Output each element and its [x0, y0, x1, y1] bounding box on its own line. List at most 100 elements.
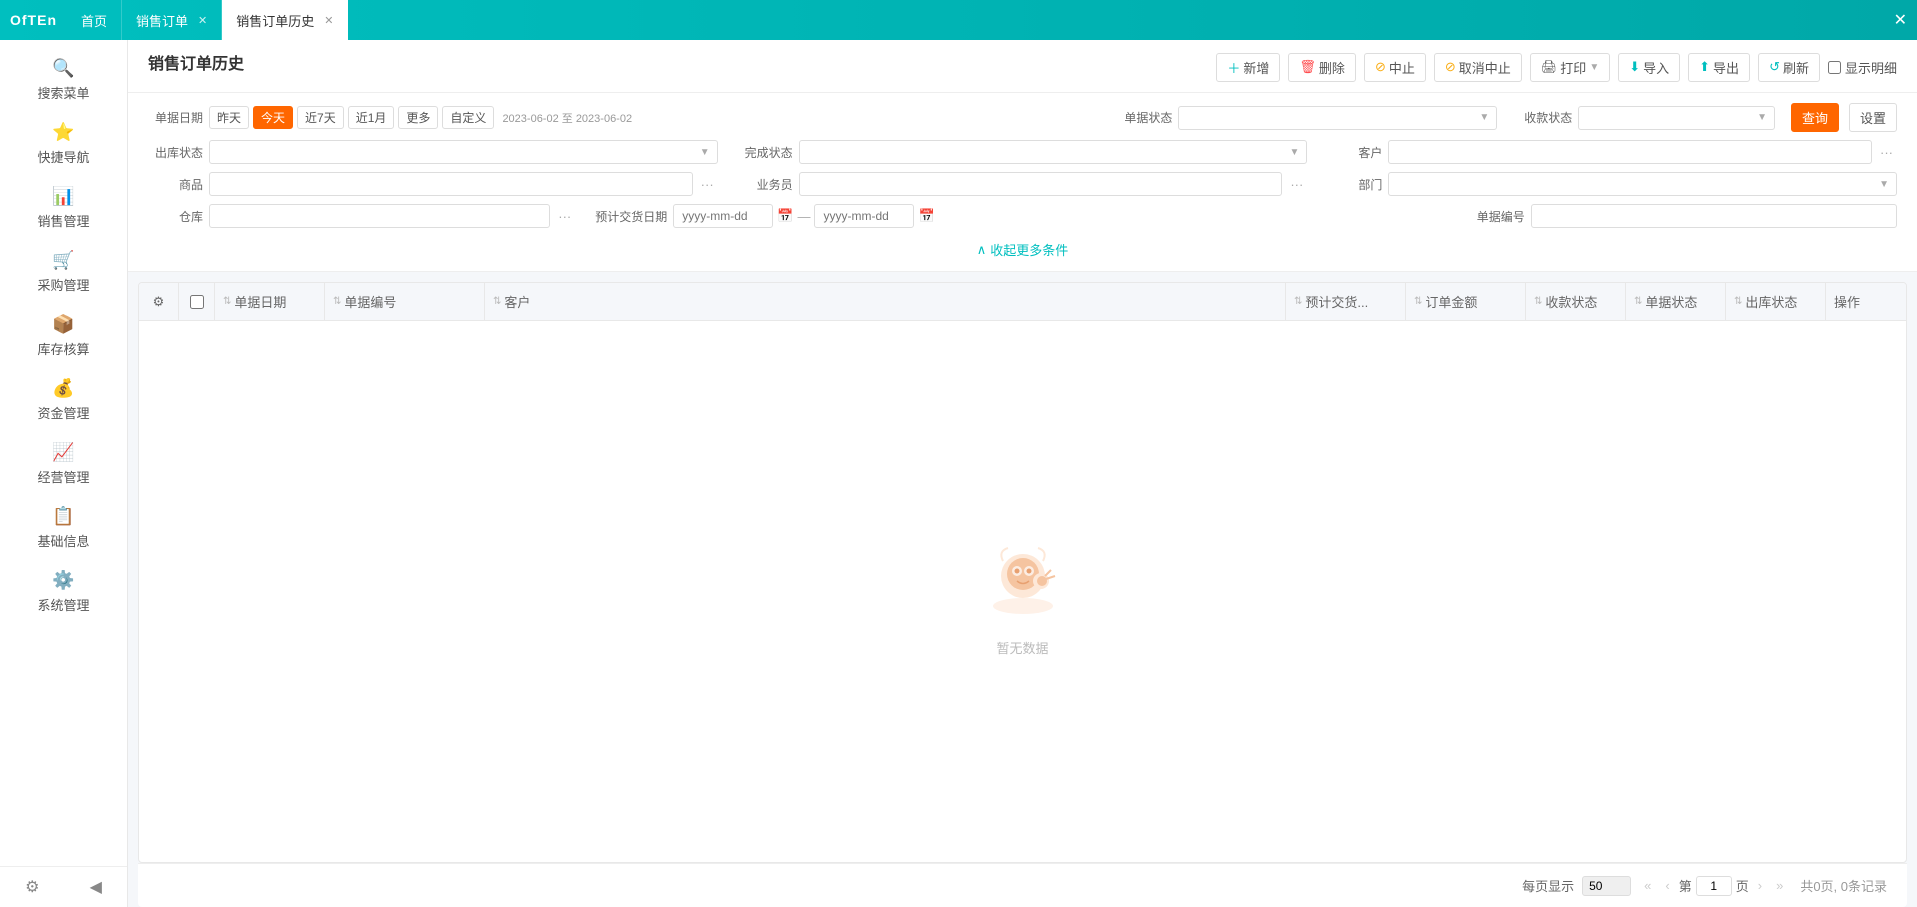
goods-input[interactable]: [209, 172, 693, 196]
calendar-icon-start[interactable]: 📅: [777, 208, 793, 224]
table-docstatus-col[interactable]: ⇅ 单据状态: [1626, 283, 1726, 320]
date-btn-7days[interactable]: 近7天: [297, 106, 344, 129]
refresh-button[interactable]: ↺ 刷新: [1758, 53, 1820, 82]
prev-page-button[interactable]: ‹: [1660, 876, 1674, 895]
sidebar-settings-icon[interactable]: ⚙: [25, 877, 39, 897]
tab-sales-order-history-close[interactable]: ✕: [324, 14, 333, 27]
table-outstatus-col[interactable]: ⇅ 出库状态: [1726, 283, 1826, 320]
sidebar-item-finance[interactable]: 💰 资金管理: [0, 368, 127, 432]
settings-label: 设置: [1860, 108, 1886, 127]
doc-date-col-label: 单据日期: [234, 292, 286, 311]
calendar-icon-end[interactable]: 📅: [918, 208, 934, 224]
table-amount-col[interactable]: ⇅ 订单金额: [1406, 283, 1526, 320]
sidebar-item-inventory[interactable]: 📦 库存核算: [0, 304, 127, 368]
query-button[interactable]: 查询: [1791, 103, 1839, 132]
department-select[interactable]: [1388, 172, 1897, 196]
out-status-select[interactable]: [209, 140, 718, 164]
query-label: 查询: [1802, 108, 1828, 127]
sidebar-item-system[interactable]: ⚙️ 系统管理: [0, 560, 127, 624]
sort-icon-left: ⇅: [223, 296, 231, 307]
goods-ellipsis-icon[interactable]: ···: [697, 177, 718, 192]
goods-control: ···: [209, 172, 718, 196]
table-select-all[interactable]: [190, 295, 204, 309]
sidebar-item-quick-nav[interactable]: ⭐ 快捷导航: [0, 112, 127, 176]
sales-icon: 📊: [52, 186, 74, 207]
system-icon: ⚙️: [52, 570, 74, 591]
sidebar-item-basic-info[interactable]: 📋 基础信息: [0, 496, 127, 560]
date-btn-yesterday[interactable]: 昨天: [209, 106, 249, 129]
sidebar-item-sales[interactable]: 📊 销售管理: [0, 176, 127, 240]
sidebar-item-purchase[interactable]: 🛒 采购管理: [0, 240, 127, 304]
salesperson-input[interactable]: [799, 172, 1283, 196]
date-btn-1month[interactable]: 近1月: [348, 106, 395, 129]
import-button[interactable]: ⬇ 导入: [1618, 53, 1680, 82]
sidebar-collapse-icon[interactable]: ◀: [90, 877, 102, 897]
cancel-stop-button[interactable]: ⊘ 取消中止: [1434, 53, 1522, 82]
sidebar-item-label-finance: 资金管理: [37, 403, 89, 422]
delivery-date-start[interactable]: [673, 204, 773, 228]
doc-status-select[interactable]: [1178, 106, 1497, 130]
first-page-button[interactable]: «: [1639, 876, 1656, 895]
customer-col-label: 客户: [504, 292, 530, 311]
complete-status-select[interactable]: [799, 140, 1308, 164]
customer-input[interactable]: [1388, 140, 1872, 164]
delete-label: 删除: [1319, 58, 1345, 77]
new-button[interactable]: ＋ 新增: [1216, 53, 1280, 82]
warehouse-ellipsis-icon[interactable]: ···: [554, 209, 575, 224]
out-status-label: 出库状态: [148, 144, 203, 161]
display-detail-checkbox[interactable]: 显示明细: [1828, 58, 1897, 77]
sidebar-item-label-operation: 经营管理: [37, 467, 89, 486]
page-label: 页: [1736, 876, 1749, 895]
doc-number-input[interactable]: [1531, 204, 1897, 228]
date-range-text: 2023-06-02 至 2023-06-02: [502, 110, 632, 126]
collapse-button[interactable]: ∧ 收起更多条件: [148, 238, 1897, 261]
department-select-wrapper: ▼: [1388, 172, 1897, 196]
date-btn-custom[interactable]: 自定义: [442, 106, 494, 129]
page-size-select[interactable]: 50 20 100: [1582, 876, 1631, 896]
filter-out-status: 出库状态 ▼: [148, 140, 718, 164]
sidebar-bottom: ⚙ ◀: [0, 866, 127, 907]
sidebar-item-search-menu[interactable]: 🔍 搜索菜单: [0, 48, 127, 112]
warehouse-input[interactable]: [209, 204, 550, 228]
table-doc-date-col[interactable]: ⇅ 单据日期: [215, 283, 325, 320]
payment-status-select-wrapper: ▼: [1578, 106, 1775, 130]
filter-doc-number: 单据编号: [1470, 204, 1897, 228]
filter-payment-status: 收款状态 ▼ 查询 设置: [1517, 103, 1897, 132]
page-size-wrapper: 50 20 100: [1582, 876, 1631, 896]
filter-customer: 客户 ···: [1327, 140, 1897, 164]
stop-button[interactable]: ⊘ 中止: [1364, 53, 1426, 82]
tab-home[interactable]: 首页: [67, 0, 122, 40]
customer-ellipsis-icon[interactable]: ···: [1876, 145, 1897, 160]
tab-sales-order[interactable]: 销售订单 ✕: [122, 0, 222, 40]
delivery-date-end[interactable]: [814, 204, 914, 228]
tab-sales-order-history[interactable]: 销售订单历史 ✕: [222, 0, 348, 40]
date-btn-more[interactable]: 更多: [398, 106, 438, 129]
export-icon: ⬆: [1699, 59, 1710, 75]
topbar-close-icon[interactable]: ✕: [1894, 10, 1907, 30]
new-icon: ＋: [1227, 58, 1240, 77]
table-payment-col[interactable]: ⇅ 收款状态: [1526, 283, 1626, 320]
sidebar-item-operation[interactable]: 📈 经营管理: [0, 432, 127, 496]
page-title: 销售订单历史: [148, 50, 244, 74]
salesperson-ellipsis-icon[interactable]: ···: [1286, 177, 1307, 192]
export-button[interactable]: ⬆ 导出: [1688, 53, 1750, 82]
empty-state: 暂无数据: [139, 321, 1906, 862]
tab-sales-order-history-label: 销售订单历史: [236, 11, 314, 30]
page-number-input[interactable]: [1696, 876, 1732, 896]
settings-button[interactable]: 设置: [1849, 103, 1897, 132]
tab-sales-order-close[interactable]: ✕: [198, 14, 207, 27]
last-page-button[interactable]: »: [1771, 876, 1788, 895]
delete-icon: 🗑: [1299, 59, 1316, 75]
date-btn-today[interactable]: 今天: [253, 106, 293, 129]
delete-button[interactable]: 🗑 删除: [1288, 53, 1356, 82]
table-delivery-col[interactable]: ⇅ 预计交货...: [1286, 283, 1406, 320]
table-customer-col[interactable]: ⇅ 客户: [485, 283, 1286, 320]
table-settings-col[interactable]: ⚙: [139, 283, 179, 320]
display-detail-input[interactable]: [1828, 61, 1841, 74]
operation-icon: 📈: [52, 442, 74, 463]
filter-doc-status: 单据状态 ▼: [1117, 106, 1497, 130]
table-doc-number-col[interactable]: ⇅ 单据编号: [325, 283, 485, 320]
print-button[interactable]: 🖨 打印 ▼: [1530, 53, 1610, 82]
next-page-button[interactable]: ›: [1753, 876, 1767, 895]
payment-status-select[interactable]: [1578, 106, 1775, 130]
